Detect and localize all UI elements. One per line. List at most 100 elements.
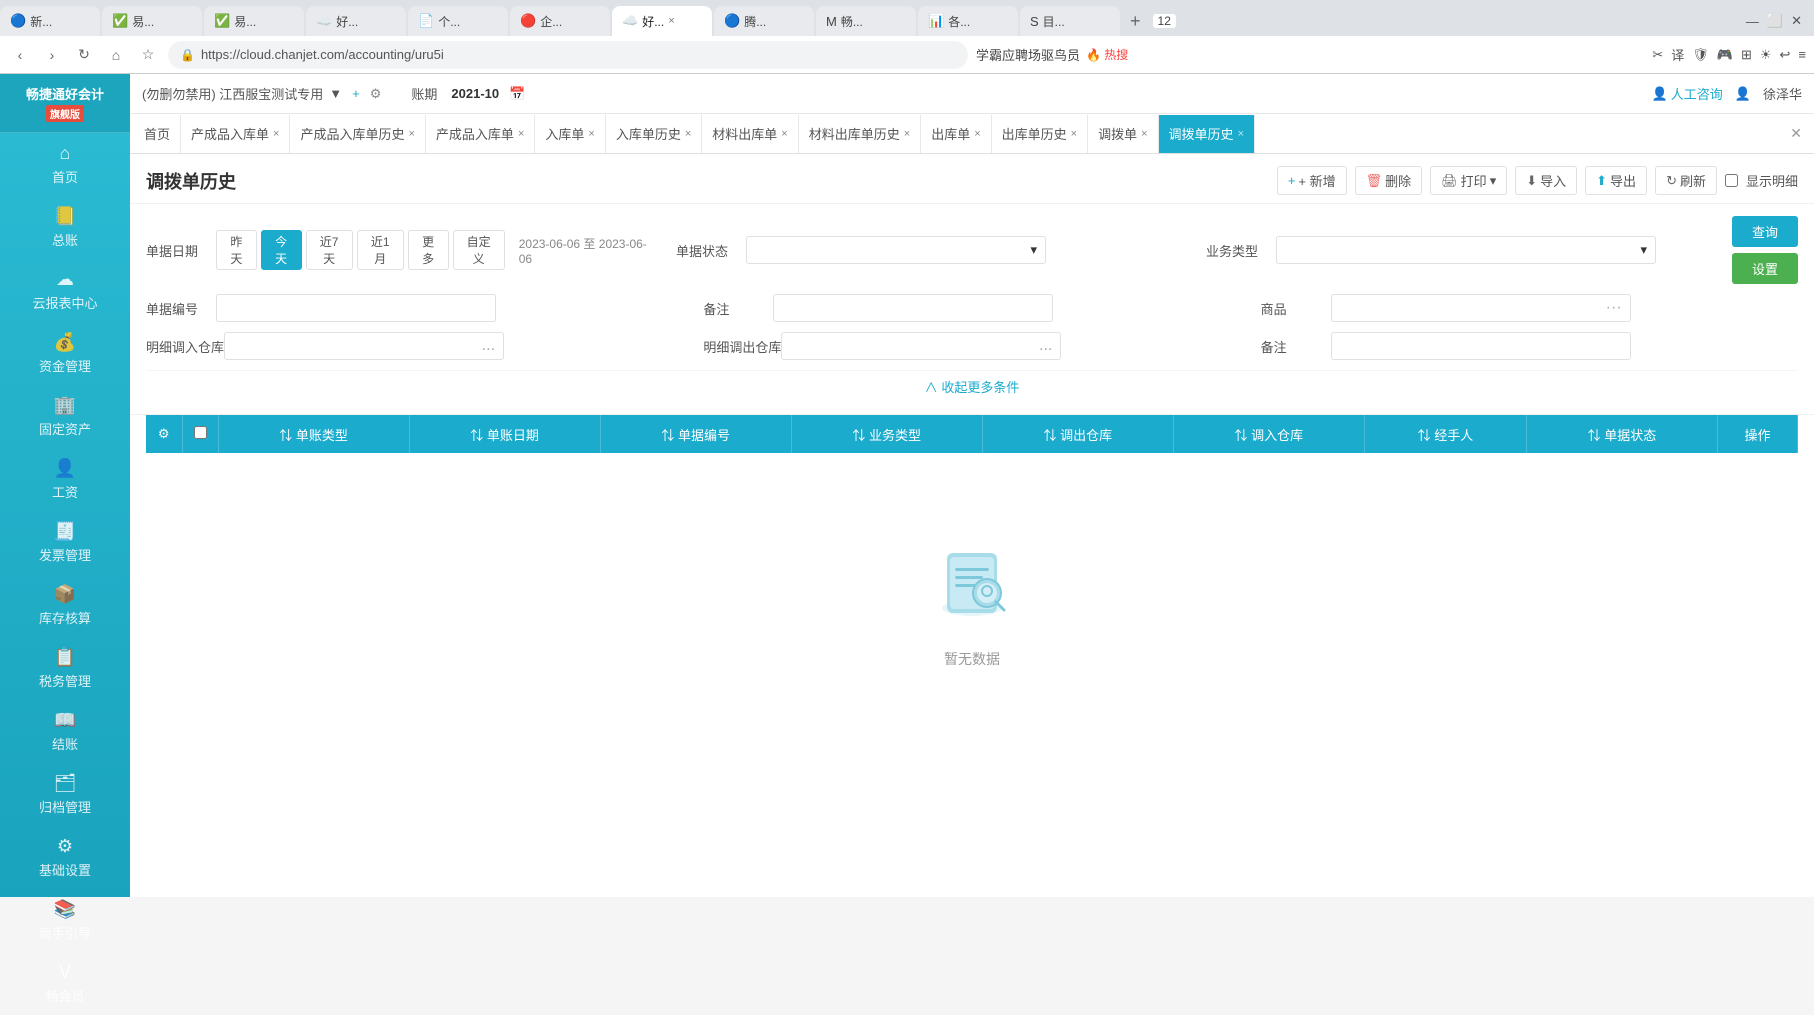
browser-tab[interactable]: 🔵新... (0, 6, 100, 36)
page-tab-close[interactable]: × (685, 128, 691, 140)
browser-tab[interactable]: 📄个... (408, 6, 508, 36)
table-header-doc-date[interactable]: ⇅ 单账日期 (409, 415, 600, 453)
page-tab-close[interactable]: × (518, 128, 524, 140)
table-header-biz-type[interactable]: ⇅ 业务类型 (791, 415, 982, 453)
browser-tab[interactable]: 🔴企... (510, 6, 610, 36)
date-1month[interactable]: 近1月 (357, 230, 404, 270)
page-tab-close[interactable]: × (1141, 128, 1147, 140)
date-custom[interactable]: 自定义 (453, 230, 505, 270)
forward-button[interactable]: › (40, 43, 64, 67)
sidebar-item-归档管理[interactable]: 🗂归档管理 (32, 763, 97, 826)
browser-tab[interactable]: ✅易... (102, 6, 202, 36)
browser-tab[interactable]: 📊各... (918, 6, 1018, 36)
close-all-tab[interactable]: ✕ (1782, 125, 1810, 142)
page-tab-close[interactable]: × (273, 128, 279, 140)
remark-input[interactable] (773, 294, 1053, 322)
page-tab-close[interactable]: × (781, 128, 787, 140)
shield-icon[interactable]: 🛡 (1692, 47, 1709, 63)
sidebar-item-资金管理[interactable]: 💰资金管理 (32, 322, 97, 385)
refresh-button[interactable]: ↻ 刷新 (1655, 166, 1717, 195)
display-toggle[interactable]: 显示明细 (1725, 171, 1798, 190)
delete-button[interactable]: 🗑 删除 (1355, 166, 1423, 195)
menu-icon[interactable]: ≡ (1798, 47, 1806, 62)
docnum-input[interactable] (216, 294, 496, 322)
query-button[interactable]: 查询 (1732, 216, 1798, 247)
sidebar-item-云报表中心[interactable]: ☁云报表中心 (32, 259, 97, 322)
status-select[interactable]: ▾ (746, 236, 1046, 264)
table-header-doc-type[interactable]: ⇅ 单账类型 (218, 415, 409, 453)
page-tab-1[interactable]: 产成品入库单× (181, 115, 290, 153)
table-header-checkbox[interactable] (182, 415, 218, 453)
page-tab-close[interactable]: × (974, 128, 980, 140)
bookmark-button[interactable]: ☆ (136, 43, 160, 67)
browser-tab[interactable]: ✅易... (204, 6, 304, 36)
new-button[interactable]: + + 新增 (1277, 166, 1347, 195)
detail-in-select[interactable]: ... (224, 332, 504, 360)
browser-tab[interactable]: 🔵腾... (714, 6, 814, 36)
back-button[interactable]: ‹ (8, 43, 32, 67)
user-avatar[interactable]: 👤 (1735, 86, 1751, 102)
translate-icon[interactable]: 译 (1671, 45, 1684, 64)
window-control-maximize[interactable]: ⬜ (1767, 13, 1783, 29)
table-header-doc-num[interactable]: ⇅ 单据编号 (600, 415, 791, 453)
calendar-icon[interactable]: 📅 (509, 86, 525, 102)
theme-icon[interactable]: ☀ (1760, 47, 1772, 63)
add-company-icon[interactable]: + (352, 86, 360, 101)
print-button[interactable]: 🖨 打印 ▾ (1430, 166, 1507, 195)
detail-out-select[interactable]: ... (781, 332, 1061, 360)
page-tab-close[interactable]: × (588, 128, 594, 140)
page-tab-3[interactable]: 产成品入库单× (426, 115, 535, 153)
table-header-transfer-in[interactable]: ⇅ 调入仓库 (1173, 415, 1364, 453)
page-tab-10[interactable]: 调拨单× (1088, 115, 1158, 153)
collapse-row[interactable]: ∧ 收起更多条件 (146, 370, 1798, 402)
table-header-handler[interactable]: ⇅ 经手人 (1364, 415, 1526, 453)
sidebar-item-新手引导[interactable]: 📚新手引导 (32, 889, 97, 952)
page-tab-7[interactable]: 材料出库单历史× (799, 115, 921, 153)
page-tab-0[interactable]: 首页 (134, 115, 181, 153)
page-tab-close[interactable]: × (1071, 128, 1077, 140)
page-tab-close[interactable]: × (904, 128, 910, 140)
extensions-icon[interactable]: ✂ (1652, 47, 1663, 63)
sidebar-item-基础设置[interactable]: ⚙基础设置 (32, 826, 97, 889)
browser-tab[interactable]: ☁️好...× (612, 6, 712, 36)
tab-close-btn[interactable]: × (668, 15, 674, 27)
import-button[interactable]: ⬇ 导入 (1515, 166, 1577, 195)
window-control-close[interactable]: ✕ (1791, 13, 1802, 29)
sidebar-item-畅会员[interactable]: V畅会员 (32, 952, 97, 1015)
sidebar-item-结账[interactable]: 📖结账 (32, 700, 97, 763)
display-toggle-checkbox[interactable] (1725, 174, 1738, 187)
browser-tab[interactable]: S目... (1020, 6, 1120, 36)
page-tab-4[interactable]: 入库单× (535, 115, 605, 153)
undo-icon[interactable]: ↩ (1780, 47, 1791, 63)
url-input[interactable]: 🔒 https://cloud.chanjet.com/accounting/u… (168, 41, 968, 69)
sidebar-item-税务管理[interactable]: 📋税务管理 (32, 637, 97, 700)
page-tab-5[interactable]: 入库单历史× (606, 115, 702, 153)
browser-tab[interactable]: ☁️好... (306, 6, 406, 36)
page-tab-2[interactable]: 产成品入库单历史× (290, 115, 425, 153)
date-7days[interactable]: 近7天 (306, 230, 353, 270)
game-icon[interactable]: 🎮 (1717, 47, 1733, 63)
service-button[interactable]: 👤 人工咨询 (1652, 84, 1723, 103)
table-header-gear[interactable]: ⚙ (146, 415, 182, 453)
sidebar-item-发票管理[interactable]: 🧾发票管理 (32, 511, 97, 574)
home-button[interactable]: ⌂ (104, 43, 128, 67)
sidebar-item-总账[interactable]: 📒总账 (32, 196, 97, 259)
grid-icon[interactable]: ⊞ (1741, 47, 1752, 63)
page-tab-9[interactable]: 出库单历史× (992, 115, 1088, 153)
goods-select[interactable]: ··· (1331, 294, 1631, 322)
sidebar-item-固定资产[interactable]: 🏢固定资产 (32, 385, 97, 448)
sidebar-item-首页[interactable]: ⌂首页 (32, 133, 97, 196)
business-type-select[interactable]: ▾ (1276, 236, 1656, 264)
refresh-button[interactable]: ↻ (72, 43, 96, 67)
table-header-doc-status[interactable]: ⇅ 单据状态 (1526, 415, 1717, 453)
date-today[interactable]: 今天 (261, 230, 302, 270)
browser-tab[interactable]: M畅... (816, 6, 916, 36)
sidebar-item-库存核算[interactable]: 📦库存核算 (32, 574, 97, 637)
sidebar-item-工资[interactable]: 👤工资 (32, 448, 97, 511)
export-button[interactable]: ⬆ 导出 (1585, 166, 1647, 195)
page-tab-11[interactable]: 调拨单历史× (1159, 115, 1255, 153)
window-control-minimize[interactable]: — (1746, 14, 1759, 29)
table-header-transfer-out[interactable]: ⇅ 调出仓库 (982, 415, 1173, 453)
date-more[interactable]: 更多 (408, 230, 449, 270)
company-selector[interactable]: (勿删勿禁用) 江西服宝测试专用 ▼ (142, 84, 342, 103)
